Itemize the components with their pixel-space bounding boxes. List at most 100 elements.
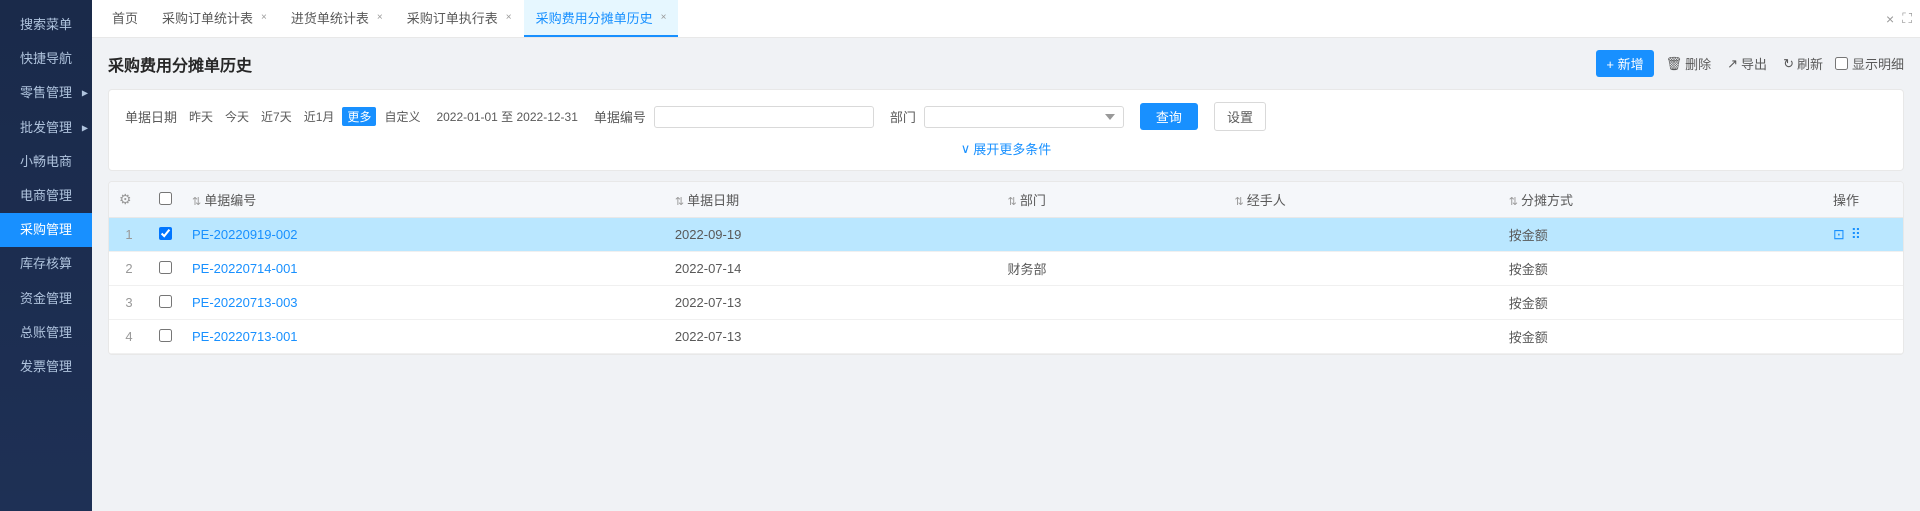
date-shortcuts: 昨天 今天 近7天 近1月 更多 自定义 (185, 107, 424, 126)
table-header-row: ⚙ 单据编号 单据日期 部门 经手人 分摊方式 操作 (109, 182, 1903, 218)
col-handler-header[interactable]: 经手人 (1225, 182, 1499, 218)
export-button[interactable]: ↗ 导出 (1723, 52, 1771, 75)
row-num-3: 3 (109, 286, 149, 320)
row-date-4: 2022-07-13 (665, 320, 998, 354)
shortcut-more[interactable]: 更多 (342, 107, 376, 126)
row-checkbox-3 (149, 286, 182, 320)
shortcut-7days[interactable]: 近7天 (257, 107, 296, 126)
row-method-3: 按金额 (1499, 286, 1823, 320)
row-handler-3 (1225, 286, 1499, 320)
row-ops-4: ⊡ ⠿ (1823, 320, 1903, 354)
row-method-4: 按金额 (1499, 320, 1823, 354)
sidebar-item-capital[interactable]: 资金管理 (0, 282, 92, 316)
settings-button[interactable]: 设置 (1214, 102, 1266, 131)
date-range-text: 2022-01-01 至 2022-12-31 (436, 108, 577, 125)
row-date-2: 2022-07-14 (665, 252, 998, 286)
dept-filter-group: 部门 财务部 (890, 106, 1124, 128)
col-date-header[interactable]: 单据日期 (665, 182, 998, 218)
date-filter-group: 单据日期 昨天 今天 近7天 近1月 更多 自定义 2022-01-01 至 2… (125, 107, 578, 126)
view-icon-4[interactable]: ⊡ (1833, 328, 1845, 345)
table-row: 3 PE-20220713-003 2022-07-13 按金额 (109, 286, 1903, 320)
more-icon-2[interactable]: ⠿ (1851, 260, 1861, 277)
col-gear: ⚙ (109, 182, 149, 218)
row-dept-1 (998, 218, 1225, 252)
row-check-3[interactable] (159, 295, 172, 308)
row-dept-3 (998, 286, 1225, 320)
sidebar-item-search[interactable]: 搜索菜单 (0, 8, 92, 42)
row-num-1: 1 (109, 218, 149, 252)
row-check-1[interactable] (159, 227, 172, 240)
view-icon-2[interactable]: ⊡ (1833, 260, 1845, 277)
docnum-filter-group: 单据编号 (594, 106, 874, 128)
sidebar-item-inventory[interactable]: 库存核算 (0, 247, 92, 281)
expand-more-button[interactable]: ∨ 展开更多条件 (961, 139, 1052, 158)
tab-bar-right: × ⛶ (1886, 10, 1912, 27)
view-icon-1[interactable]: ⊡ (1833, 226, 1845, 243)
query-button[interactable]: 查询 (1140, 103, 1198, 130)
row-ops-1: ⊡ ⠿ (1823, 218, 1903, 252)
col-docnum-header[interactable]: 单据编号 (182, 182, 665, 218)
toolbar: + 新增 🗑 删除 ↗ 导出 ↻ 刷新 显示明细 (1596, 50, 1904, 77)
row-date-3: 2022-07-13 (665, 286, 998, 320)
shortcut-today[interactable]: 今天 (221, 107, 253, 126)
delete-button[interactable]: 🗑 删除 (1662, 52, 1716, 75)
export-icon: ↗ (1727, 56, 1738, 72)
show-cols-toggle[interactable]: 显示明细 (1835, 54, 1904, 73)
tab-close-purchase-order-stats[interactable]: × (261, 12, 267, 23)
sidebar-item-wholesale[interactable]: 批发管理 (0, 111, 92, 145)
more-icon-3[interactable]: ⠿ (1851, 294, 1861, 311)
fullscreen-icon[interactable]: ⛶ (1902, 10, 1912, 27)
sidebar-item-purchase[interactable]: 采购管理 (0, 213, 92, 247)
tab-purchase-exec[interactable]: 采购订单执行表 × (395, 0, 524, 37)
doc-link-3[interactable]: PE-20220713-003 (192, 295, 298, 310)
sidebar-item-ecommerce-small[interactable]: 小畅电商 (0, 145, 92, 179)
tab-bar: 首页 采购订单统计表 × 进货单统计表 × 采购订单执行表 × 采购费用分摊单历… (92, 0, 1920, 38)
row-ops-2: ⊡ ⠿ (1823, 252, 1903, 286)
col-dept-header[interactable]: 部门 (998, 182, 1225, 218)
filter-card: 单据日期 昨天 今天 近7天 近1月 更多 自定义 2022-01-01 至 2… (108, 89, 1904, 171)
doc-link-1[interactable]: PE-20220919-002 (192, 227, 298, 242)
sidebar-item-quicknav[interactable]: 快捷导航 (0, 42, 92, 76)
row-check-2[interactable] (159, 261, 172, 274)
tab-close-purchase-cost-history[interactable]: × (661, 12, 667, 23)
close-window-icon[interactable]: × (1886, 11, 1894, 27)
more-icon-4[interactable]: ⠿ (1851, 328, 1861, 345)
view-icon-3[interactable]: ⊡ (1833, 294, 1845, 311)
row-dept-4 (998, 320, 1225, 354)
col-select-all (149, 182, 182, 218)
gear-icon[interactable]: ⚙ (119, 191, 132, 207)
tab-close-purchase-exec[interactable]: × (506, 12, 512, 23)
tab-home[interactable]: 首页 (100, 0, 150, 37)
date-label: 单据日期 (125, 107, 177, 126)
tab-goods-stats[interactable]: 进货单统计表 × (279, 0, 395, 37)
shortcut-yesterday[interactable]: 昨天 (185, 107, 217, 126)
tab-close-goods-stats[interactable]: × (377, 12, 383, 23)
sidebar-item-retail[interactable]: 零售管理 (0, 76, 92, 110)
shortcut-custom[interactable]: 自定义 (380, 107, 424, 126)
tab-purchase-order-stats[interactable]: 采购订单统计表 × (150, 0, 279, 37)
refresh-icon: ↻ (1783, 56, 1794, 72)
sidebar-item-ecommerce[interactable]: 电商管理 (0, 179, 92, 213)
refresh-button[interactable]: ↻ 刷新 (1779, 52, 1827, 75)
row-check-4[interactable] (159, 329, 172, 342)
docnum-input[interactable] (654, 106, 874, 128)
doc-link-2[interactable]: PE-20220714-001 (192, 261, 298, 276)
sidebar: 搜索菜单 快捷导航 零售管理 批发管理 小畅电商 电商管理 采购管理 库存核算 … (0, 0, 92, 511)
col-method-header[interactable]: 分摊方式 (1499, 182, 1823, 218)
sidebar-item-ledger[interactable]: 总账管理 (0, 316, 92, 350)
doc-link-4[interactable]: PE-20220713-001 (192, 329, 298, 344)
dept-select[interactable]: 财务部 (924, 106, 1124, 128)
row-handler-4 (1225, 320, 1499, 354)
row-docnum-2: PE-20220714-001 (182, 252, 665, 286)
sidebar-item-invoice[interactable]: 发票管理 (0, 350, 92, 384)
row-method-2: 按金额 (1499, 252, 1823, 286)
page-title: 采购费用分摊单历史 (108, 52, 252, 76)
add-button[interactable]: + 新增 (1596, 50, 1653, 77)
more-icon-1[interactable]: ⠿ (1851, 226, 1861, 243)
show-cols-checkbox[interactable] (1835, 57, 1848, 70)
shortcut-1month[interactable]: 近1月 (300, 107, 339, 126)
tab-purchase-cost-history[interactable]: 采购费用分摊单历史 × (524, 0, 679, 37)
row-handler-1 (1225, 218, 1499, 252)
row-checkbox-2 (149, 252, 182, 286)
select-all-checkbox[interactable] (159, 192, 172, 205)
